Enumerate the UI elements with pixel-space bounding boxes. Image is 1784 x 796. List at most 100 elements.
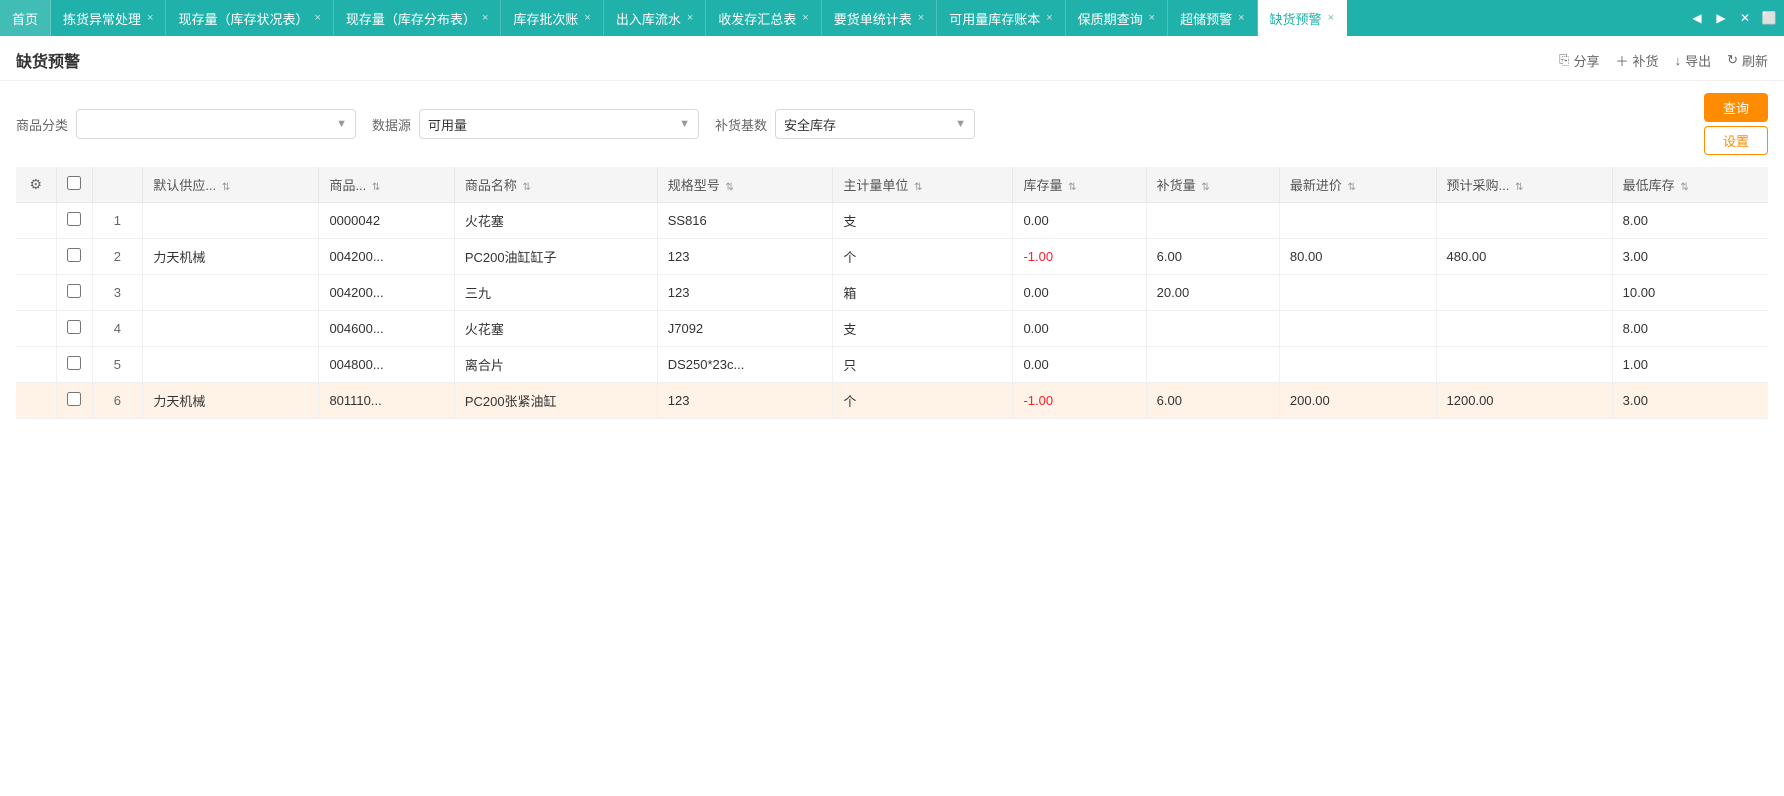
td-est-purchase: 1200.00: [1436, 383, 1612, 419]
close-tab-inout[interactable]: ×: [687, 12, 693, 24]
table-row[interactable]: 3 004200... 三九 123 箱 0.00 20.00 10.00: [16, 275, 1768, 311]
export-button[interactable]: ↓ 导出: [1675, 51, 1712, 70]
close-tab-batch[interactable]: ×: [584, 12, 590, 24]
td-gear: [16, 383, 56, 419]
td-row-num: 4: [92, 311, 143, 347]
td-gear: [16, 275, 56, 311]
close-tab-collect[interactable]: ×: [802, 12, 808, 24]
td-spec: DS250*23c...: [657, 347, 833, 383]
td-unit: 个: [833, 383, 1013, 419]
tab-collect[interactable]: 收发存汇总表 ×: [706, 0, 821, 36]
tab-stock-dist[interactable]: 现存量（库存分布表） ×: [334, 0, 501, 36]
datasource-dropdown-icon: ▼: [679, 118, 690, 130]
th-stock[interactable]: 库存量 ⇅: [1013, 167, 1146, 203]
tab-home[interactable]: 首页: [0, 0, 51, 36]
row-checkbox-5[interactable]: [67, 356, 81, 370]
close-tab-shortage[interactable]: ×: [1328, 12, 1334, 24]
datasource-select[interactable]: 可用量 ▼: [419, 109, 699, 139]
filter-bar: 商品分类 ▼ 数据源 可用量 ▼ 补货基数 安全库存 ▼ 查询 设置: [0, 81, 1784, 167]
table-body: 1 0000042 火花塞 SS816 支 0.00 8.00 2 力天机械 0…: [16, 203, 1768, 419]
gear-icon[interactable]: ⚙: [29, 176, 42, 192]
td-checkbox[interactable]: [56, 347, 92, 383]
td-latest-price: [1279, 311, 1436, 347]
th-min-stock[interactable]: 最低库存 ⇅: [1612, 167, 1768, 203]
tab-shortage[interactable]: 缺货预警 ×: [1258, 0, 1347, 36]
th-replenish[interactable]: 补货量 ⇅: [1146, 167, 1279, 203]
tab-batch[interactable]: 库存批次账 ×: [501, 0, 603, 36]
category-select[interactable]: ▼: [76, 109, 356, 139]
row-checkbox-6[interactable]: [67, 392, 81, 406]
td-spec: J7092: [657, 311, 833, 347]
td-checkbox[interactable]: [56, 311, 92, 347]
replenish-button[interactable]: ＋ 补货: [1616, 51, 1659, 70]
settings-button[interactable]: 设置: [1704, 126, 1768, 155]
th-latest-price[interactable]: 最新进价 ⇅: [1279, 167, 1436, 203]
td-unit: 箱: [833, 275, 1013, 311]
tab-demand[interactable]: 要货单统计表 ×: [822, 0, 937, 36]
close-tab-available[interactable]: ×: [1046, 12, 1052, 24]
row-checkbox-3[interactable]: [67, 284, 81, 298]
th-gear[interactable]: ⚙: [16, 167, 56, 203]
header-actions: ⎘ 分享 ＋ 补货 ↓ 导出 ↻ 刷新: [1559, 51, 1768, 70]
table-row[interactable]: 1 0000042 火花塞 SS816 支 0.00 8.00: [16, 203, 1768, 239]
tab-inout[interactable]: 出入库流水 ×: [604, 0, 706, 36]
td-checkbox[interactable]: [56, 275, 92, 311]
td-stock: 0.00: [1013, 203, 1146, 239]
td-gear: [16, 311, 56, 347]
td-stock: -1.00: [1013, 383, 1146, 419]
td-unit: 只: [833, 347, 1013, 383]
close-tab-stock-dist[interactable]: ×: [482, 12, 488, 24]
share-button[interactable]: ⎘ 分享: [1559, 51, 1599, 70]
th-est-purchase[interactable]: 预计采购... ⇅: [1436, 167, 1612, 203]
th-spec[interactable]: 规格型号 ⇅: [657, 167, 833, 203]
refresh-button[interactable]: ↻ 刷新: [1727, 51, 1768, 70]
td-est-purchase: [1436, 311, 1612, 347]
replenish-base-value: 安全库存: [784, 115, 836, 134]
query-button[interactable]: 查询: [1704, 93, 1768, 122]
td-spec: 123: [657, 239, 833, 275]
td-checkbox[interactable]: [56, 383, 92, 419]
tab-stock-status[interactable]: 现存量（库存状况表） ×: [166, 0, 333, 36]
tab-overstock[interactable]: 超储预警 ×: [1168, 0, 1257, 36]
row-checkbox-1[interactable]: [67, 212, 81, 226]
td-code: 004800...: [319, 347, 454, 383]
close-tab-expiry[interactable]: ×: [1149, 12, 1155, 24]
table-row[interactable]: 4 004600... 火花塞 J7092 支 0.00 8.00: [16, 311, 1768, 347]
close-tab-overstock[interactable]: ×: [1238, 12, 1244, 24]
table-row[interactable]: 2 力天机械 004200... PC200油缸缸子 123 个 -1.00 6…: [16, 239, 1768, 275]
table-row[interactable]: 5 004800... 离合片 DS250*23c... 只 0.00 1.00: [16, 347, 1768, 383]
replenish-base-select[interactable]: 安全库存 ▼: [775, 109, 975, 139]
th-unit[interactable]: 主计量单位 ⇅: [833, 167, 1013, 203]
close-tab-stock-status[interactable]: ×: [314, 12, 320, 24]
th-name[interactable]: 商品名称 ⇅: [454, 167, 657, 203]
tab-scroll-left[interactable]: ◀: [1686, 7, 1708, 29]
td-spec: 123: [657, 275, 833, 311]
data-table: ⚙ 默认供应... ⇅ 商品... ⇅ 商品名称: [16, 167, 1768, 419]
row-checkbox-2[interactable]: [67, 248, 81, 262]
td-code: 004600...: [319, 311, 454, 347]
tab-scroll-right[interactable]: ▶: [1710, 7, 1732, 29]
th-supplier[interactable]: 默认供应... ⇅: [143, 167, 319, 203]
th-code[interactable]: 商品... ⇅: [319, 167, 454, 203]
td-name: PC200张紧油缸: [454, 383, 657, 419]
td-name: 离合片: [454, 347, 657, 383]
td-min-stock: 1.00: [1612, 347, 1768, 383]
close-tab-demand[interactable]: ×: [918, 12, 924, 24]
select-all-checkbox[interactable]: [67, 176, 81, 190]
min-stock-sort-icon: ⇅: [1680, 182, 1688, 193]
tab-available[interactable]: 可用量库存账本 ×: [937, 0, 1065, 36]
td-checkbox[interactable]: [56, 203, 92, 239]
close-tab-abnormal[interactable]: ×: [147, 12, 153, 24]
td-checkbox[interactable]: [56, 239, 92, 275]
td-code: 004200...: [319, 239, 454, 275]
th-checkbox[interactable]: [56, 167, 92, 203]
row-checkbox-4[interactable]: [67, 320, 81, 334]
td-replenish: [1146, 311, 1279, 347]
tab-expiry[interactable]: 保质期查询 ×: [1066, 0, 1168, 36]
td-supplier: 力天机械: [143, 383, 319, 419]
tab-abnormal[interactable]: 拣货异常处理 ×: [51, 0, 166, 36]
tab-maximize[interactable]: ⬜: [1758, 7, 1780, 29]
td-est-purchase: [1436, 275, 1612, 311]
tab-close-all[interactable]: ✕: [1734, 7, 1756, 29]
table-row[interactable]: 6 力天机械 801110... PC200张紧油缸 123 个 -1.00 6…: [16, 383, 1768, 419]
